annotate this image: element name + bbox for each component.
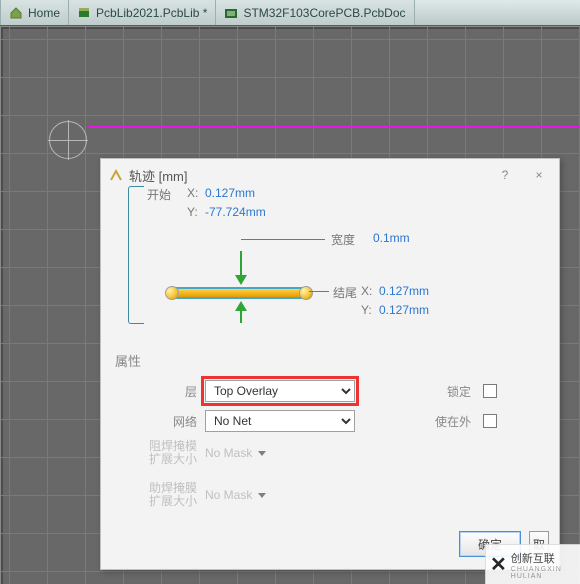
- close-button[interactable]: ×: [525, 163, 553, 187]
- properties-heading: 属性: [115, 351, 551, 370]
- row-paste-mask: 助焊掩膜扩展大小 No Mask: [109, 478, 551, 512]
- keepout-label: 使在外: [435, 413, 471, 430]
- paste-mask-label: 助焊掩膜扩展大小: [109, 482, 205, 508]
- pcbdoc-icon: [224, 6, 238, 20]
- paste-mask-value: No Mask: [205, 488, 252, 502]
- tab-pcblib[interactable]: PcbLib2021.PcbLib *: [69, 0, 216, 25]
- end-leader: [309, 291, 329, 292]
- arrow-up-icon: [235, 301, 247, 311]
- track-diagram: 开始 X: 0.127mm Y: -77.724mm 宽度 0.1mm 结尾 X…: [109, 191, 551, 341]
- track-end-left: [165, 286, 179, 300]
- end-y-value[interactable]: 0.127mm: [379, 303, 429, 317]
- keepout-checkbox[interactable]: [483, 414, 497, 428]
- end-y-label: Y:: [361, 303, 372, 317]
- solder-mask-label: 阻焊掩模扩展大小: [109, 440, 205, 466]
- end-x-value[interactable]: 0.127mm: [379, 284, 429, 298]
- width-value[interactable]: 0.1mm: [373, 231, 410, 245]
- pcblib-icon: [77, 6, 91, 20]
- net-label: 网络: [109, 413, 205, 430]
- net-select[interactable]: No Net: [205, 410, 355, 432]
- start-y-value[interactable]: -77.724mm: [205, 205, 266, 219]
- end-label: 结尾: [333, 284, 357, 301]
- start-y-label: Y:: [187, 205, 198, 219]
- start-x-label: X:: [187, 186, 198, 200]
- help-button[interactable]: ?: [491, 163, 519, 187]
- dropdown-icon[interactable]: [258, 493, 266, 498]
- start-x-value[interactable]: 0.127mm: [205, 186, 255, 200]
- home-icon: [9, 6, 23, 20]
- end-x-label: X:: [361, 284, 372, 298]
- origin-marker: [49, 121, 87, 159]
- watermark: ✕ 创新互联 CHUANGXIN HULIAN: [485, 544, 580, 584]
- track-properties-dialog: 轨迹 [mm] ? × 开始 X: 0.127mm Y: -77.724mm 宽…: [100, 158, 560, 570]
- dropdown-icon[interactable]: [258, 451, 266, 456]
- layer-select[interactable]: Top Overlay: [205, 380, 355, 402]
- track-end-right: [299, 286, 313, 300]
- lock-checkbox[interactable]: [483, 384, 497, 398]
- lock-label: 锁定: [447, 383, 471, 400]
- arrow-down-icon: [235, 275, 247, 285]
- document-tabs: Home PcbLib2021.PcbLib * STM32F103CorePC…: [0, 0, 580, 26]
- width-leader: [241, 239, 325, 240]
- track-icon: [109, 168, 123, 182]
- tab-pcbdoc[interactable]: STM32F103CorePCB.PcbDoc: [216, 0, 414, 25]
- layer-label: 层: [109, 383, 205, 400]
- track-shape: [169, 287, 309, 299]
- tab-label: PcbLib2021.PcbLib *: [96, 6, 207, 20]
- tab-label: STM32F103CorePCB.PcbDoc: [243, 6, 405, 20]
- row-net: 网络 No Net 使在外: [109, 406, 551, 436]
- row-solder-mask: 阻焊掩模扩展大小 No Mask: [109, 436, 551, 470]
- tab-label: Home: [28, 6, 60, 20]
- start-bracket: [128, 186, 144, 324]
- watermark-logo: ✕: [490, 552, 507, 577]
- track-preview: [87, 126, 580, 128]
- width-label: 宽度: [331, 231, 355, 248]
- watermark-sub: CHUANGXIN HULIAN: [511, 566, 580, 580]
- watermark-brand: 创新互联: [511, 550, 580, 566]
- tab-home[interactable]: Home: [0, 0, 69, 25]
- dialog-title: 轨迹 [mm]: [129, 166, 485, 185]
- solder-mask-value: No Mask: [205, 446, 252, 460]
- start-label: 开始: [147, 186, 171, 203]
- row-layer: 层 Top Overlay 锁定: [109, 376, 551, 406]
